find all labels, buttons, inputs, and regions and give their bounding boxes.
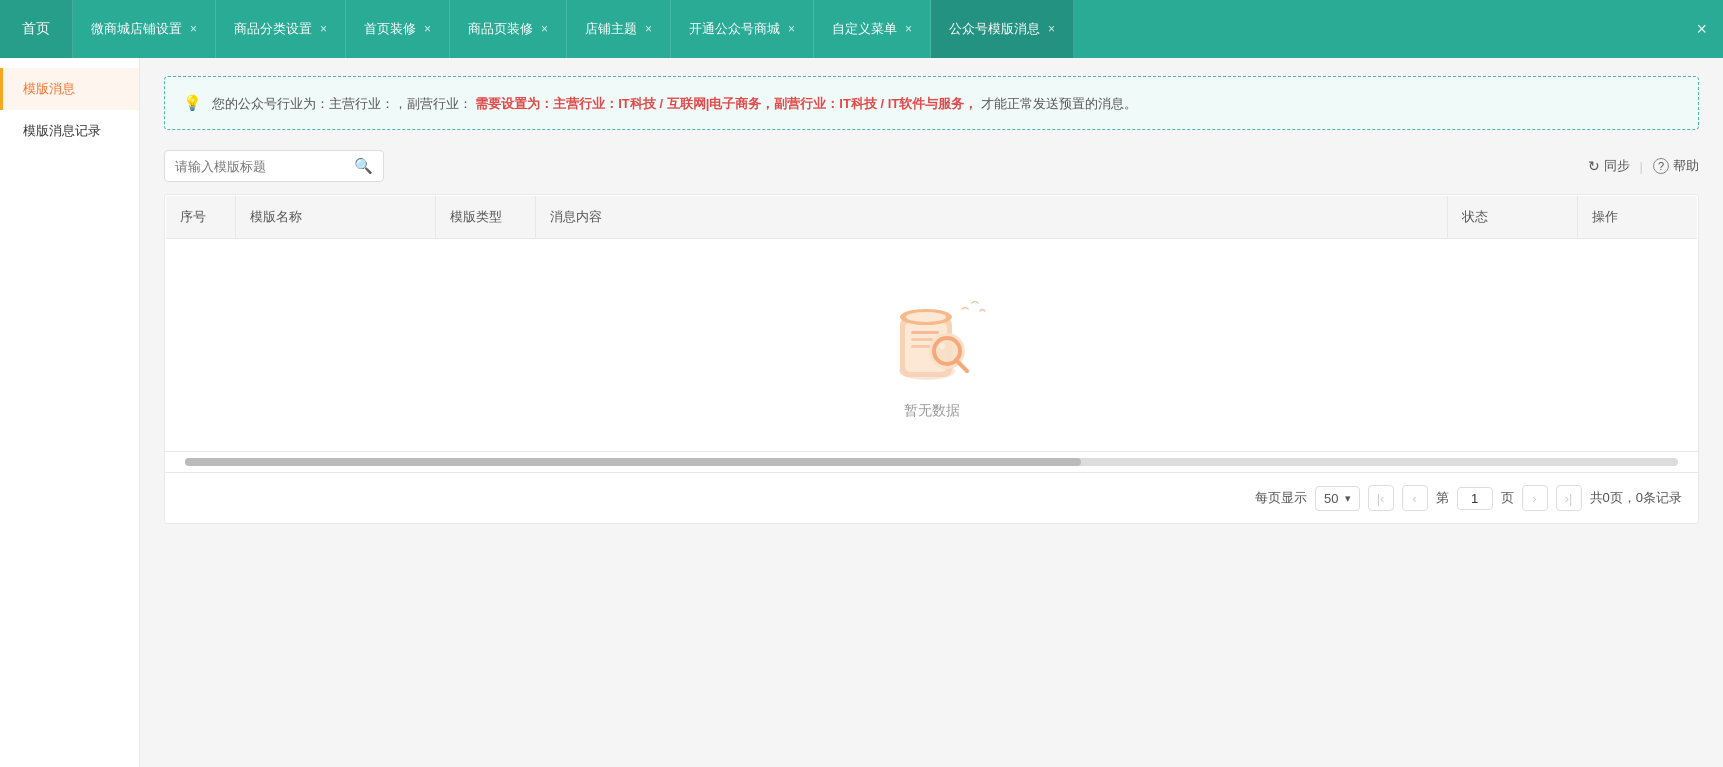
scrollbar-thumb[interactable] <box>185 458 1081 466</box>
chevron-down-icon: ▾ <box>1345 492 1351 505</box>
close-tab-6-icon[interactable]: × <box>788 22 795 36</box>
page-size-value: 50 <box>1324 491 1338 506</box>
nav-tab-6[interactable]: 开通公众号商城 × <box>671 0 814 58</box>
nav-tab-5[interactable]: 店铺主题 × <box>567 0 671 58</box>
pagination: 每页显示 50 ▾ |‹ ‹ 第 页 › ›| 共0页，0条记录 <box>165 472 1698 523</box>
svg-point-11 <box>939 343 945 349</box>
col-header-status: 状态 <box>1448 196 1578 239</box>
close-tab-2-icon[interactable]: × <box>320 22 327 36</box>
toolbar: 🔍 ↻ 同步 | ? 帮助 <box>164 150 1699 182</box>
col-header-type: 模版类型 <box>436 196 536 239</box>
search-box: 🔍 <box>164 150 384 182</box>
nav-tab-4[interactable]: 商品页装修 × <box>450 0 567 58</box>
help-circle-icon: ? <box>1653 158 1669 174</box>
nav-tab-8[interactable]: 公众号模版消息 × <box>931 0 1074 58</box>
nav-tab-1[interactable]: 微商城店铺设置 × <box>73 0 216 58</box>
nav-tab-3[interactable]: 首页装修 × <box>346 0 450 58</box>
page-input[interactable] <box>1457 487 1493 510</box>
col-header-index: 序号 <box>166 196 236 239</box>
close-tab-7-icon[interactable]: × <box>905 22 912 36</box>
first-page-button[interactable]: |‹ <box>1368 485 1394 511</box>
sidebar: 模版消息 模版消息记录 <box>0 58 140 767</box>
help-button[interactable]: ? 帮助 <box>1653 157 1699 175</box>
sidebar-item-template-message[interactable]: 模版消息 <box>0 68 139 110</box>
svg-rect-5 <box>911 331 939 334</box>
close-tab-3-icon[interactable]: × <box>424 22 431 36</box>
last-page-button[interactable]: ›| <box>1556 485 1582 511</box>
close-tab-8-icon[interactable]: × <box>1048 22 1055 36</box>
svg-point-4 <box>906 312 946 322</box>
col-header-content: 消息内容 <box>536 196 1448 239</box>
data-table: 序号 模版名称 模版类型 消息内容 状态 操作 <box>165 195 1698 451</box>
nav-tab-home[interactable]: 首页 <box>0 0 73 58</box>
page-size-label: 每页显示 <box>1255 489 1307 507</box>
total-text: 共0页，0条记录 <box>1590 489 1682 507</box>
top-nav: 首页 微商城店铺设置 × 商品分类设置 × 首页装修 × 商品页装修 × 店铺主… <box>0 0 1723 58</box>
search-icon[interactable]: 🔍 <box>354 157 373 175</box>
notice-banner: 💡 您的公众号行业为：主营行业：，副营行业： 需要设置为：主营行业：IT科技 /… <box>164 76 1699 130</box>
divider: | <box>1640 159 1643 174</box>
prev-page-button[interactable]: ‹ <box>1402 485 1428 511</box>
next-page-button[interactable]: › <box>1522 485 1548 511</box>
page-label-post: 页 <box>1501 489 1514 507</box>
page-size-select[interactable]: 50 ▾ <box>1315 486 1359 511</box>
close-tab-1-icon[interactable]: × <box>190 22 197 36</box>
sync-icon: ↻ <box>1588 158 1600 174</box>
notice-icon: 💡 <box>183 94 202 111</box>
toolbar-right: ↻ 同步 | ? 帮助 <box>1588 157 1699 175</box>
col-header-name: 模版名称 <box>236 196 436 239</box>
nav-tab-2[interactable]: 商品分类设置 × <box>216 0 346 58</box>
table-container: 序号 模版名称 模版类型 消息内容 状态 操作 <box>164 194 1699 524</box>
sidebar-item-template-message-record[interactable]: 模版消息记录 <box>0 110 139 152</box>
close-all-button[interactable]: × <box>1696 19 1707 40</box>
empty-state: 暂无数据 <box>166 239 1697 450</box>
sync-button[interactable]: ↻ 同步 <box>1588 157 1630 175</box>
empty-icon <box>872 279 992 402</box>
search-input[interactable] <box>175 159 354 174</box>
horizontal-scrollbar[interactable] <box>165 451 1698 472</box>
table-header: 序号 模版名称 模版类型 消息内容 状态 操作 <box>166 196 1698 239</box>
col-header-action: 操作 <box>1578 196 1698 239</box>
empty-text: 暂无数据 <box>904 402 960 420</box>
close-tab-5-icon[interactable]: × <box>645 22 652 36</box>
page-label-pre: 第 <box>1436 489 1449 507</box>
scrollbar-track <box>185 458 1678 466</box>
main-layout: 模版消息 模版消息记录 💡 您的公众号行业为：主营行业：，副营行业： 需要设置为… <box>0 58 1723 767</box>
close-tab-4-icon[interactable]: × <box>541 22 548 36</box>
nav-tab-7[interactable]: 自定义菜单 × <box>814 0 931 58</box>
svg-rect-6 <box>911 338 933 341</box>
content-area: 💡 您的公众号行业为：主营行业：，副营行业： 需要设置为：主营行业：IT科技 /… <box>140 58 1723 767</box>
